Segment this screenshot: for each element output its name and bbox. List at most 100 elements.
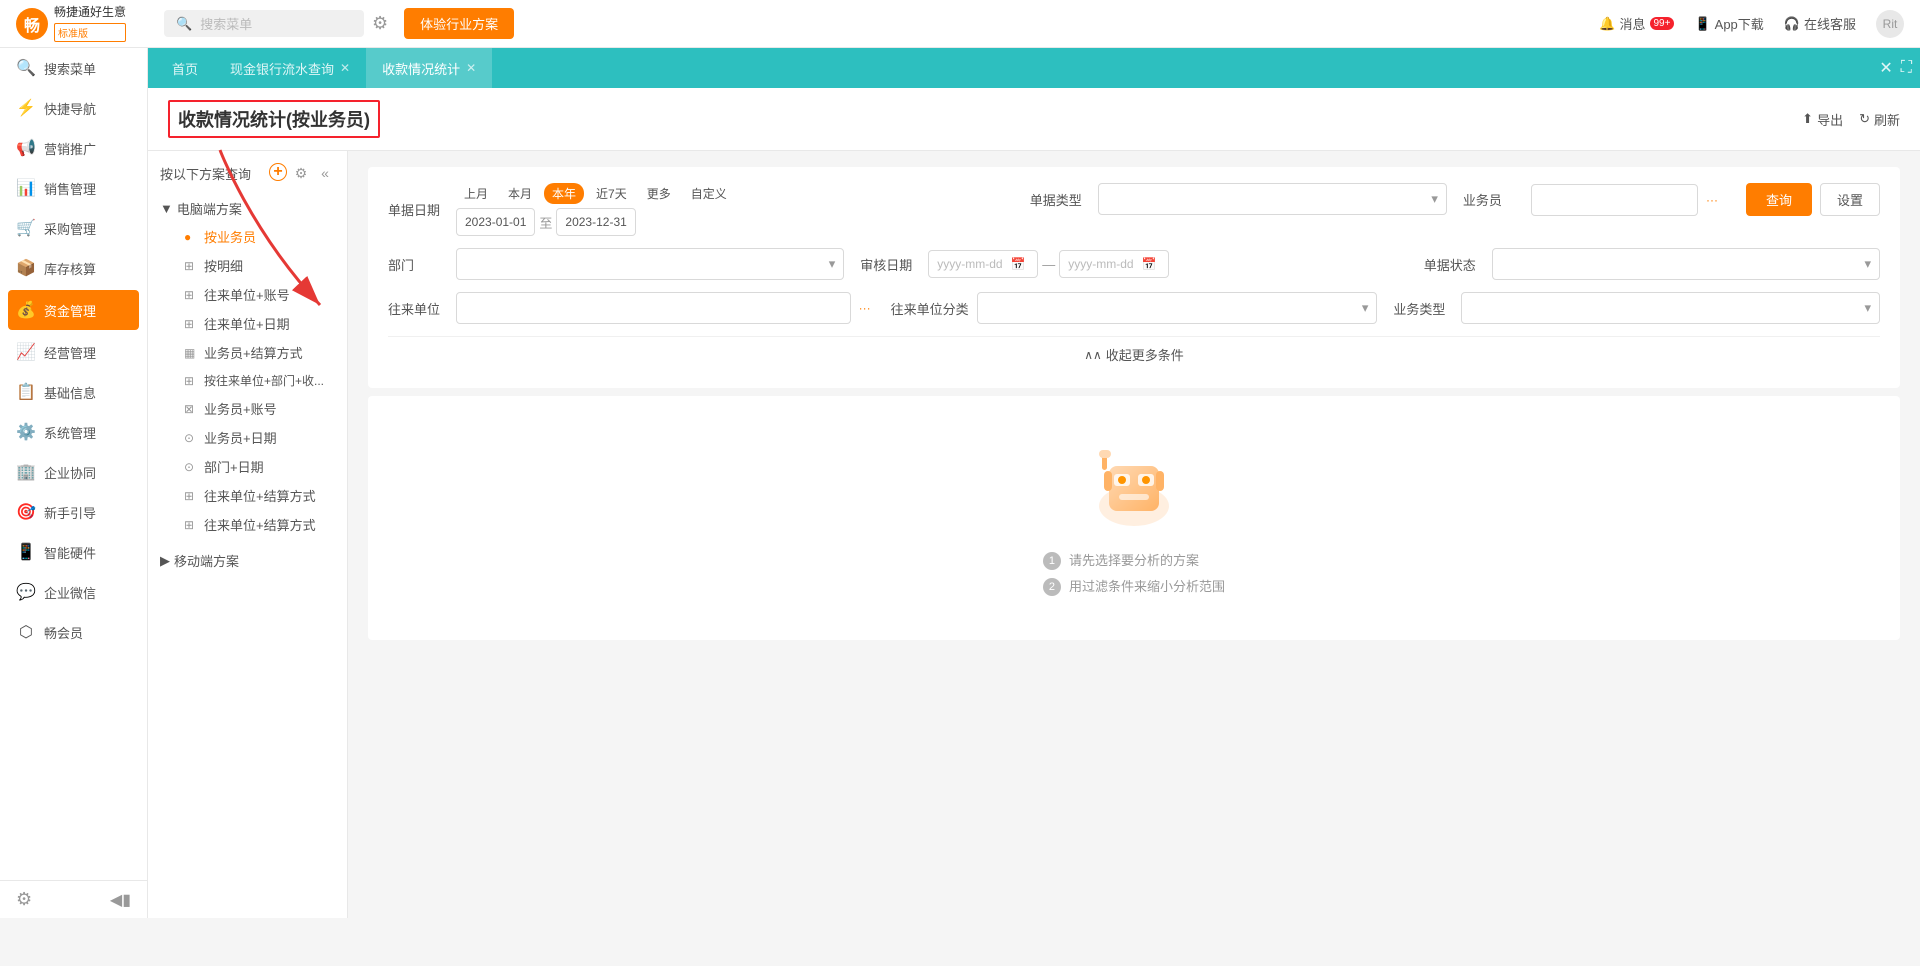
purchase-icon: 🛒 <box>16 218 36 238</box>
tab-collection-stats[interactable]: 收款情况统计 ✕ <box>366 48 492 88</box>
scheme-item-unit-dept-collect[interactable]: ⊞ 按往来单位+部门+收... <box>160 367 335 394</box>
counterparty-cat-dropdown[interactable]: ▾ <box>977 292 1378 324</box>
scheme-item-dept-date[interactable]: ⊙ 部门+日期 <box>160 452 335 481</box>
sidebar-item-quick-nav[interactable]: ⚡ 快捷导航 <box>0 88 147 128</box>
filter-section: 单据日期 上月 本月 本年 近7天 更多 自定义 <box>368 167 1900 388</box>
tab-collection-stats-close[interactable]: ✕ <box>466 61 476 75</box>
sidebar-item-sys-admin[interactable]: ⚙️ 系统管理 <box>0 412 147 452</box>
scheme-settings-icon[interactable]: ⚙ <box>291 163 311 183</box>
avatar-initials: Rit <box>1883 17 1898 31</box>
scheme-collapse-icon[interactable]: « <box>315 163 335 183</box>
sidebar-label-purchase: 采购管理 <box>44 219 96 238</box>
scheme-item-by-staff[interactable]: ● 按业务员 <box>160 222 335 251</box>
settings-btn-filter[interactable]: 设置 <box>1820 183 1880 216</box>
collapse-bar[interactable]: ∧∧ 收起更多条件 <box>388 336 1880 372</box>
staff-dropdown[interactable] <box>1531 184 1698 216</box>
messages-btn[interactable]: 🔔 消息 99+ <box>1599 14 1674 33</box>
sidebar-label-sys-admin: 系统管理 <box>44 423 96 442</box>
page-title: 收款情况统计(按业务员) <box>168 100 380 138</box>
audit-calendar-icon2: 📅 <box>1142 257 1157 271</box>
scheme-item-unit-account[interactable]: ⊞ 往来单位+账号 <box>160 280 335 309</box>
filter-bill-status-group: 单据状态 ▾ <box>1424 248 1880 280</box>
date-btn-last-month[interactable]: 上月 <box>456 183 496 204</box>
export-btn[interactable]: ⬆ 导出 <box>1802 110 1843 129</box>
sidebar-item-purchase[interactable]: 🛒 采购管理 <box>0 208 147 248</box>
staff-label: 业务员 <box>1463 190 1523 209</box>
online-service-btn[interactable]: 🎧 在线客服 <box>1784 14 1856 33</box>
scheme-item-staff-date[interactable]: ⊙ 业务员+日期 <box>160 423 335 452</box>
download-icon: 📱 <box>1694 16 1710 32</box>
counterparty-more-btn[interactable]: ··· <box>855 301 875 315</box>
unit-settlement1-label: 往来单位+结算方式 <box>204 486 316 505</box>
tab-bank-flow[interactable]: 现金银行流水查询 ✕ <box>214 48 366 88</box>
scheme-item-by-detail[interactable]: ⊞ 按明细 <box>160 251 335 280</box>
sidebar-item-smart-hw[interactable]: 📱 智能硬件 <box>0 532 147 572</box>
tab-close-all-icon[interactable]: ✕ <box>1879 58 1892 78</box>
date-btn-custom[interactable]: 自定义 <box>683 183 735 204</box>
sidebar-item-basic-info[interactable]: 📋 基础信息 <box>0 372 147 412</box>
scheme-add-icon[interactable]: + <box>269 163 287 181</box>
business-type-dropdown[interactable]: ▾ <box>1461 292 1880 324</box>
scheme-item-unit-date[interactable]: ⊞ 往来单位+日期 <box>160 309 335 338</box>
audit-calendar-icon: 📅 <box>1011 257 1026 271</box>
logo-icon: 畅 <box>16 8 48 40</box>
step-2-num: 2 <box>1043 578 1061 596</box>
date-btn-more[interactable]: 更多 <box>639 183 679 204</box>
staff-account-label: 业务员+账号 <box>204 399 277 418</box>
marketing-icon: 📢 <box>16 138 36 158</box>
date-start-input[interactable]: 2023-01-01 <box>456 208 535 236</box>
scheme-item-staff-settlement[interactable]: ▦ 业务员+结算方式 <box>160 338 335 367</box>
tab-home[interactable]: 首页 <box>156 59 214 78</box>
query-btn[interactable]: 查询 <box>1746 183 1812 216</box>
scheme-mobile-title[interactable]: ▶ 移动端方案 <box>160 547 335 574</box>
edition-badge: 标准版 <box>54 23 126 42</box>
bottom-settings-icon[interactable]: ⚙ <box>16 889 32 910</box>
scheme-section-desktop: ▼ 电脑端方案 ● 按业务员 ⊞ 按明细 ⊞ 往来单位+账号 ⊞ 往来单位 <box>148 191 347 543</box>
settings-icon[interactable]: ⚙ <box>372 13 388 34</box>
audit-start-placeholder: yyyy-mm-dd <box>937 257 1002 271</box>
scheme-item-unit-settlement1[interactable]: ⊞ 往来单位+结算方式 <box>160 481 335 510</box>
by-detail-label: 按明细 <box>204 256 243 275</box>
audit-end-input[interactable]: yyyy-mm-dd 📅 <box>1059 250 1169 278</box>
counterparty-dropdown[interactable] <box>456 292 851 324</box>
filter-row-2: 部门 ▾ 审核日期 yyyy-mm-dd 📅 <box>388 248 1880 280</box>
scheme-item-staff-account[interactable]: ⊠ 业务员+账号 <box>160 394 335 423</box>
tab-maximize-icon[interactable]: ⛶ <box>1901 59 1912 77</box>
tab-bank-flow-close[interactable]: ✕ <box>340 61 350 75</box>
audit-start-input[interactable]: yyyy-mm-dd 📅 <box>928 250 1038 278</box>
date-btn-this-month[interactable]: 本月 <box>500 183 540 204</box>
sidebar-item-inventory[interactable]: 📦 库存核算 <box>0 248 147 288</box>
date-end-input[interactable]: 2023-12-31 <box>556 208 635 236</box>
refresh-btn[interactable]: ↻ 刷新 <box>1859 110 1900 129</box>
dept-dropdown[interactable]: ▾ <box>456 248 844 280</box>
staff-more-btn[interactable]: ··· <box>1702 193 1722 207</box>
bill-status-dropdown[interactable]: ▾ <box>1492 248 1880 280</box>
sidebar-item-member[interactable]: ⬡ 畅会员 <box>0 612 147 652</box>
staff-date-icon: ⊙ <box>184 431 198 445</box>
sidebar-item-guide[interactable]: 🎯 新手引导 <box>0 492 147 532</box>
audit-end-placeholder: yyyy-mm-dd <box>1068 257 1133 271</box>
scheme-desktop-title[interactable]: ▼ 电脑端方案 <box>160 195 335 222</box>
trial-btn[interactable]: 体验行业方案 <box>404 8 514 39</box>
sidebar-item-search-menu[interactable]: 🔍 搜索菜单 <box>0 48 147 88</box>
date-btn-7days[interactable]: 近7天 <box>588 183 635 204</box>
user-avatar[interactable]: Rit <box>1876 10 1904 38</box>
scheme-item-unit-settlement2[interactable]: ⊞ 往来单位+结算方式 <box>160 510 335 539</box>
sidebar-item-wechat[interactable]: 💬 企业微信 <box>0 572 147 612</box>
sidebar-item-sales[interactable]: 📊 销售管理 <box>0 168 147 208</box>
filter-area: 单据日期 上月 本月 本年 近7天 更多 自定义 <box>348 151 1920 918</box>
sidebar-item-operations[interactable]: 📈 经营管理 <box>0 332 147 372</box>
basic-info-icon: 📋 <box>16 382 36 402</box>
header-search-box[interactable]: 🔍 搜索菜单 <box>164 10 364 37</box>
bill-status-label: 单据状态 <box>1424 255 1484 274</box>
sidebar-item-enterprise[interactable]: 🏢 企业协同 <box>0 452 147 492</box>
app-download-btn[interactable]: 📱 App下载 <box>1694 14 1763 33</box>
sidebar-item-marketing[interactable]: 📢 营销推广 <box>0 128 147 168</box>
results-area: 1 请先选择要分析的方案 2 用过滤条件来缩小分析范围 <box>368 396 1900 640</box>
date-btn-this-year[interactable]: 本年 <box>544 183 584 204</box>
tab-bar: 首页 现金银行流水查询 ✕ 收款情况统计 ✕ ✕ ⛶ <box>148 48 1920 88</box>
sidebar-label-wechat: 企业微信 <box>44 583 96 602</box>
bottom-collapse-icon[interactable]: ◀▮ <box>110 890 131 910</box>
bill-type-dropdown[interactable]: ▾ <box>1098 183 1447 215</box>
sidebar-item-finance[interactable]: 💰 资金管理 <box>8 290 139 330</box>
